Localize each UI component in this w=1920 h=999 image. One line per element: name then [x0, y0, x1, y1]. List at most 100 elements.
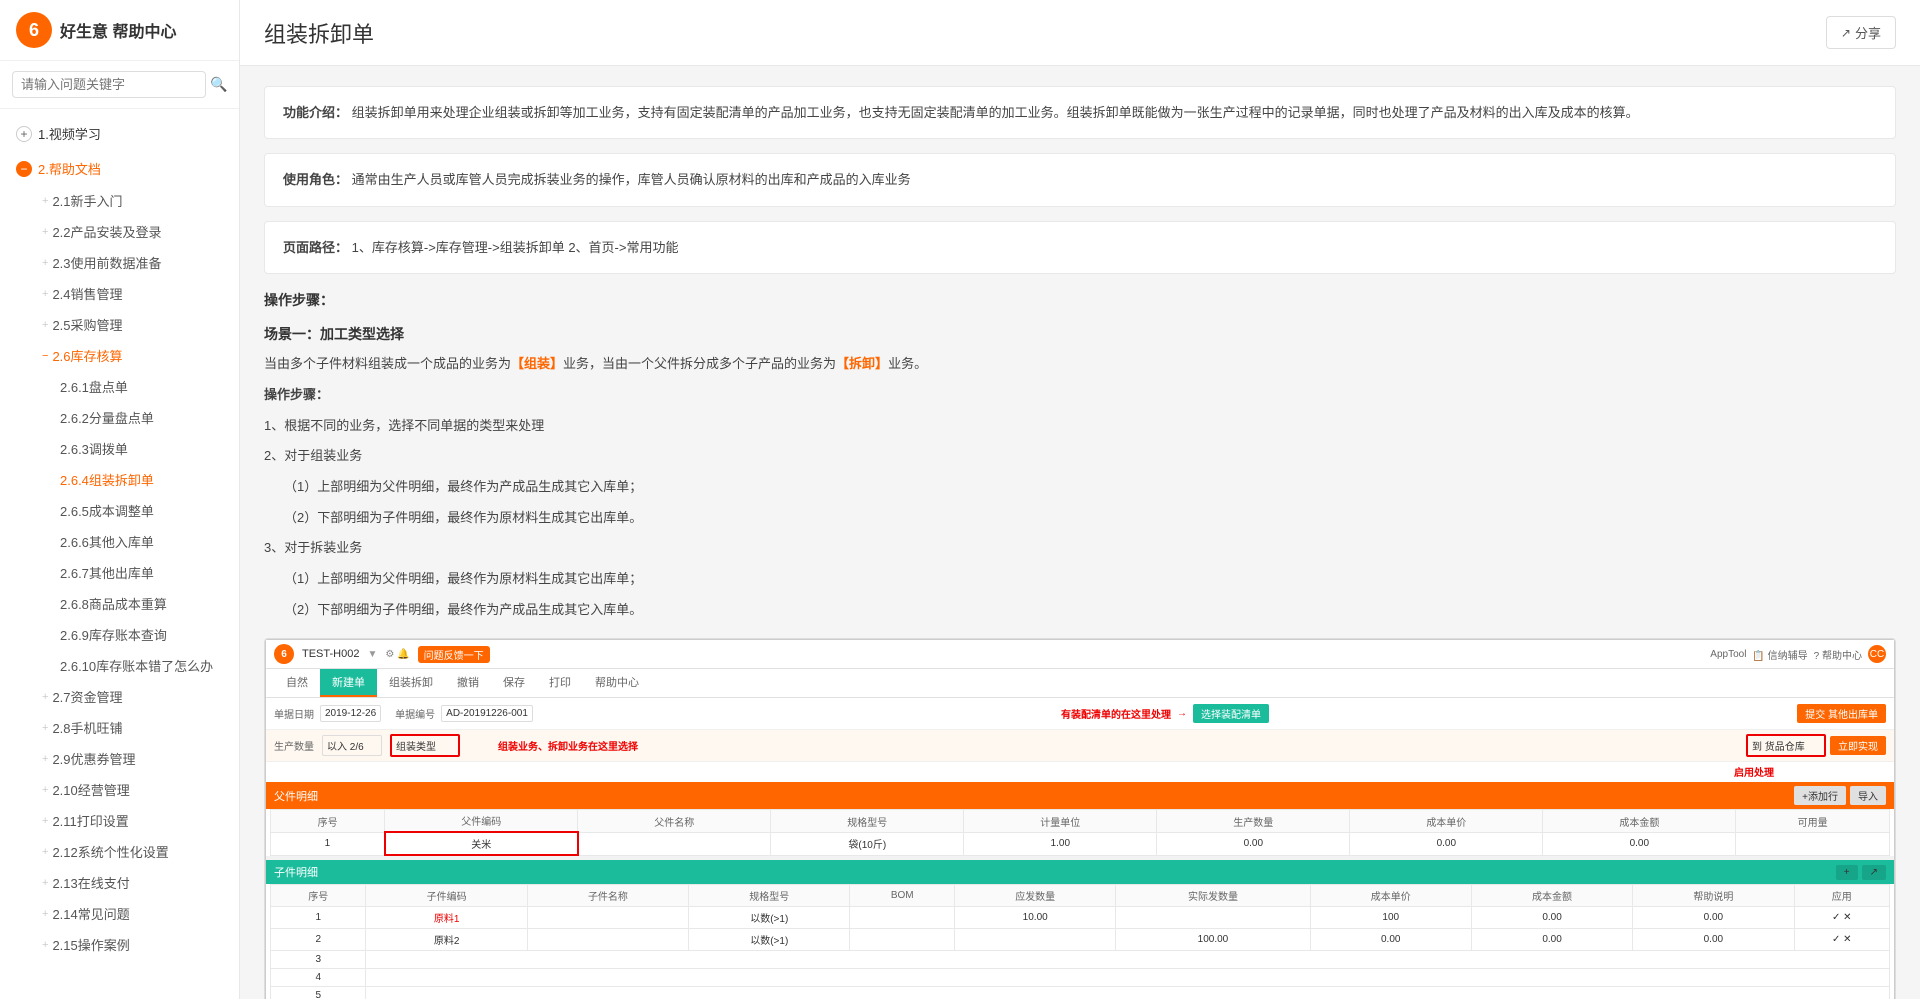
sidebar: 6 好生意 帮助中心 🔍 + 1.视频学习 − 2.帮助文档 +2.1新手入门 — [0, 0, 240, 999]
sidebar-item-2-6-6[interactable]: 2.6.6其他入库单 — [56, 526, 239, 557]
table-row: 2 原料2 以数(>1) 100.00 0.00 0.00 0.00 — [271, 929, 1890, 951]
sidebar-item-2-6-4[interactable]: 2.6.4组装拆卸单 — [56, 464, 239, 495]
sub-cell — [527, 907, 688, 929]
mock-warehouse-input[interactable]: 到 货品仓库 — [1746, 734, 1826, 757]
sidebar-item-2-3[interactable]: +2.3使用前数据准备 — [20, 247, 239, 278]
dot-icon: + — [42, 753, 48, 765]
sidebar-item-2-6-5[interactable]: 2.6.5成本调整单 — [56, 495, 239, 526]
mock-tab-home[interactable]: 自然 — [274, 669, 320, 697]
sub-cell: 0.00 — [1471, 929, 1632, 951]
sidebar-item-2-9[interactable]: +2.9优惠券管理 — [20, 743, 239, 774]
mock-btn-select-bom[interactable]: 选择装配清单 — [1193, 704, 1269, 723]
mock-rightside: 到 货品仓库 立即实现 — [646, 734, 1886, 757]
sidebar-item-2-6-1[interactable]: 2.6.1盘点单 — [56, 371, 239, 402]
sub-cell: 2 — [271, 929, 366, 951]
mock-qty-val[interactable]: 以入 2/6 — [322, 735, 382, 756]
mock-bill-val[interactable]: AD-20191226-001 — [441, 705, 533, 722]
sidebar-item-2-6-3[interactable]: 2.6.3调拨单 — [56, 433, 239, 464]
mock-date-val[interactable]: 2019-12-26 — [320, 705, 381, 722]
mock-tab-undo[interactable]: 撤销 — [445, 669, 491, 697]
sidebar-item-2-6-7[interactable]: 2.6.7其他出库单 — [56, 557, 239, 588]
nav-sub-items-2: +2.1新手入门 +2.2产品安装及登录 +2.3使用前数据准备 +2.4销售管… — [0, 185, 239, 960]
sidebar-item-2-6-2[interactable]: 2.6.2分量盘点单 — [56, 402, 239, 433]
dot-icon: + — [42, 226, 48, 238]
dot-icon: + — [42, 319, 48, 331]
sidebar-item-2-6-8[interactable]: 2.6.8商品成本重算 — [56, 588, 239, 619]
sub-cell: 原料2 — [366, 929, 527, 951]
dot-icon: + — [42, 257, 48, 269]
share-button[interactable]: ↗ 分享 — [1826, 16, 1896, 49]
sub-cell: 0.00 — [1633, 907, 1794, 929]
sidebar-item-2-14[interactable]: +2.14常见问题 — [20, 898, 239, 929]
role-label: 使用角色： — [283, 172, 348, 187]
minus-icon-2-6: − — [42, 350, 48, 362]
col-avail: 可用量 — [1736, 810, 1890, 833]
mock-lower-expand[interactable]: ↗ — [1862, 865, 1886, 880]
col-no: 序号 — [271, 810, 385, 833]
sidebar-item-2-11[interactable]: +2.11打印设置 — [20, 805, 239, 836]
nav-section-2: − 2.帮助文档 +2.1新手入门 +2.2产品安装及登录 +2.3使用前数据准… — [0, 152, 239, 960]
step3-1: （1）上部明细为父件明细，最终作为原材料生成其它出库单； — [264, 567, 1896, 592]
sidebar-item-2-6-9[interactable]: 2.6.9库存账本查询 — [56, 619, 239, 650]
sidebar-item-2[interactable]: − 2.帮助文档 — [0, 152, 239, 185]
mock-dropdown-icon: ▼ — [367, 649, 377, 660]
step1: 1、根据不同的业务，选择不同单据的类型来处理 — [264, 414, 1896, 439]
search-button[interactable]: 🔍 — [210, 76, 227, 93]
mock-import[interactable]: 导入 — [1850, 786, 1886, 805]
mock-tab-print[interactable]: 打印 — [537, 669, 583, 697]
sidebar-item-2-12[interactable]: +2.12系统个性化设置 — [20, 836, 239, 867]
mock-tab-save[interactable]: 保存 — [491, 669, 537, 697]
sidebar-item-2-6-10[interactable]: 2.6.10库存账本错了怎么办 — [56, 650, 239, 681]
dot-icon: + — [42, 722, 48, 734]
mock-form-row-2: 生产数量 以入 2/6 组装类型 组装业务、拆卸业务在这里选择 到 货品仓库 立… — [266, 730, 1894, 762]
dot-icon: + — [42, 195, 48, 207]
mock-qty-label: 生产数量 — [274, 738, 314, 753]
mock-btn-submit[interactable]: 提交 其他出库单 — [1797, 704, 1886, 723]
step3: 3、对于拆装业务 — [264, 536, 1896, 561]
ops-title: 操作步骤： — [264, 290, 1896, 310]
sidebar-item-1[interactable]: + 1.视频学习 — [0, 117, 239, 150]
mock-tab-assembly[interactable]: 组装拆卸 — [377, 669, 445, 697]
mock-company: TEST-H002 — [302, 648, 359, 660]
role-text: 通常由生产人员或库管人员完成拆装业务的操作，库管人员确认原材料的出库和产成品的入… — [352, 172, 911, 187]
page-title: 组装拆卸单 — [264, 17, 374, 49]
sub-col-should: 应发数量 — [955, 885, 1116, 907]
sidebar-item-2-13[interactable]: +2.13在线支付 — [20, 867, 239, 898]
sub-cell — [527, 929, 688, 951]
sub-col-help: 帮助说明 — [1633, 885, 1794, 907]
sub-col-apply: 应用 — [1794, 885, 1889, 907]
sub-cell — [1116, 907, 1310, 929]
mock-tab-new[interactable]: 新建单 — [320, 669, 377, 697]
col-unit: 计量单位 — [964, 810, 1157, 833]
sidebar-item-2-4[interactable]: +2.4销售管理 — [20, 278, 239, 309]
sub-col-no: 序号 — [271, 885, 366, 907]
sidebar-item-2-15[interactable]: +2.15操作案例 — [20, 929, 239, 960]
mock-annotation-area: 有装配清单的在这里处理 → 选择装配清单 — [539, 704, 1791, 723]
sidebar-item-2-8[interactable]: +2.8手机旺铺 — [20, 712, 239, 743]
sub-cell: 以数(>1) — [689, 907, 850, 929]
cell-code: 关米 — [385, 832, 578, 855]
col-qty: 生产数量 — [1157, 810, 1350, 833]
mock-type-select[interactable]: 组装类型 — [390, 734, 460, 757]
mock-date-label: 单据日期 — [274, 706, 314, 721]
sub-cell-empty — [366, 969, 1890, 987]
sidebar-item-2-6[interactable]: −2.6库存核算 — [20, 340, 239, 371]
sidebar-item-2-5[interactable]: +2.5采购管理 — [20, 309, 239, 340]
mock-help-center: ? 帮助中心 — [1814, 647, 1862, 662]
search-input[interactable] — [12, 71, 206, 98]
screenshot-container: 6 TEST-H002 ▼ ⚙ 🔔 问题反馈一下 AppTool 📋 信纳辅导 … — [264, 638, 1896, 999]
mock-btn-confirm[interactable]: 立即实现 — [1830, 736, 1886, 755]
sidebar-item-2-7[interactable]: +2.7资金管理 — [20, 681, 239, 712]
sub-cell: 10.00 — [955, 907, 1116, 929]
sidebar-item-2-2[interactable]: +2.2产品安装及登录 — [20, 216, 239, 247]
path-text: 1、库存核算->库存管理->组装拆卸单 2、首页->常用功能 — [352, 240, 679, 255]
mock-lower-add[interactable]: + — [1836, 865, 1858, 880]
mock-tab-help[interactable]: 帮助中心 — [583, 669, 651, 697]
mock-add-row[interactable]: +添加行 — [1794, 786, 1846, 805]
sidebar-item-2-1[interactable]: +2.1新手入门 — [20, 185, 239, 216]
ops-steps-label: 操作步骤： — [264, 383, 1896, 408]
sidebar-item-2-10[interactable]: +2.10经营管理 — [20, 774, 239, 805]
sub-cell: 100.00 — [1116, 929, 1310, 951]
logo-icon: 6 — [16, 12, 52, 48]
step3-2: （2）下部明细为子件明细，最终作为产成品生成其它入库单。 — [264, 598, 1896, 623]
